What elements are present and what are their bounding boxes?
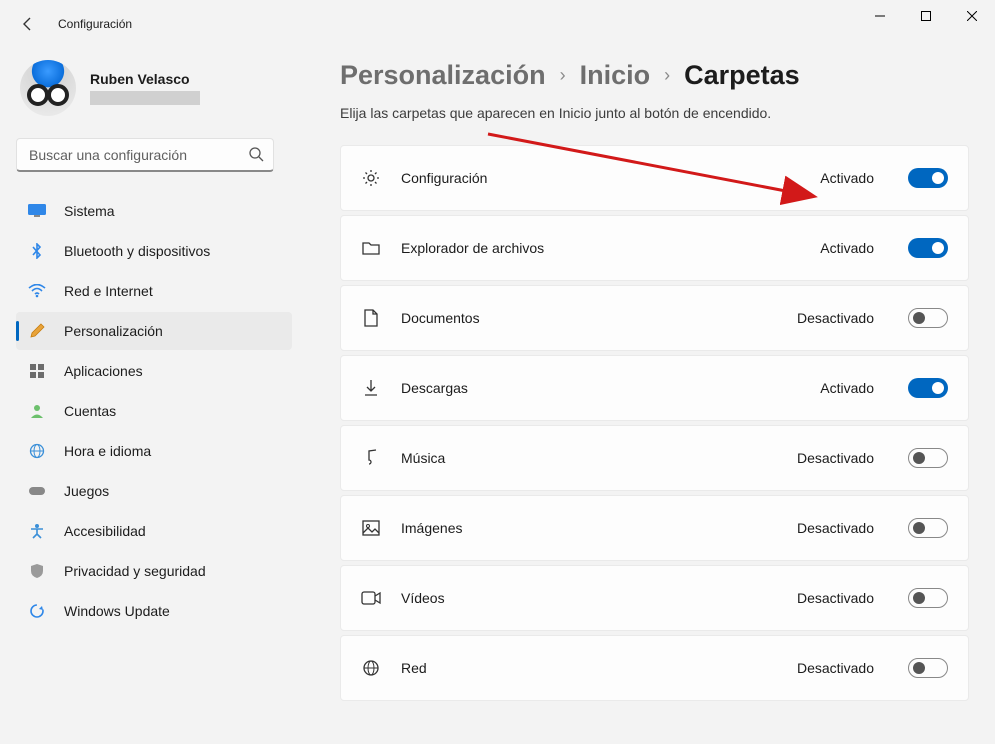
toggle-state-text: Desactivado: [797, 520, 874, 536]
video-icon: [361, 588, 381, 608]
sidebar-item-label: Red e Internet: [64, 283, 153, 299]
maximize-button[interactable]: [903, 0, 949, 32]
shield-icon: [28, 562, 46, 580]
sidebar-item-brush[interactable]: Personalización: [16, 312, 292, 350]
folder-label: Imágenes: [401, 520, 777, 536]
search-icon: [248, 146, 264, 167]
gear-icon: [361, 168, 381, 188]
sidebar-item-shield[interactable]: Privacidad y seguridad: [16, 552, 292, 590]
sidebar-item-label: Sistema: [64, 203, 115, 219]
chevron-right-icon: ›: [560, 65, 566, 86]
folder-card-gear: Configuración Activado: [340, 145, 969, 211]
folder-card-folder: Explorador de archivos Activado: [340, 215, 969, 281]
sidebar-item-label: Aplicaciones: [64, 363, 143, 379]
folder-label: Documentos: [401, 310, 777, 326]
sidebar-item-apps[interactable]: Aplicaciones: [16, 352, 292, 390]
sidebar-item-accessibility[interactable]: Accesibilidad: [16, 512, 292, 550]
breadcrumb: Personalización › Inicio › Carpetas: [340, 60, 969, 91]
folder-label: Explorador de archivos: [401, 240, 800, 256]
image-icon: [361, 518, 381, 538]
sidebar-item-gamepad[interactable]: Juegos: [16, 472, 292, 510]
sidebar-item-update[interactable]: Windows Update: [16, 592, 292, 630]
folder-label: Descargas: [401, 380, 800, 396]
globe-icon: [28, 442, 46, 460]
toggle-switch[interactable]: [908, 448, 948, 468]
document-icon: [361, 308, 381, 328]
sidebar-item-globe[interactable]: Hora e idioma: [16, 432, 292, 470]
sidebar-item-wifi[interactable]: Red e Internet: [16, 272, 292, 310]
close-button[interactable]: [949, 0, 995, 32]
folder-card-music: Música Desactivado: [340, 425, 969, 491]
sidebar-item-person[interactable]: Cuentas: [16, 392, 292, 430]
profile-email-redacted: [90, 91, 200, 105]
toggle-state-text: Activado: [820, 170, 874, 186]
network-icon: [361, 658, 381, 678]
toggle-switch[interactable]: [908, 658, 948, 678]
sidebar-item-label: Privacidad y seguridad: [64, 563, 206, 579]
person-icon: [28, 402, 46, 420]
toggle-state-text: Desactivado: [797, 450, 874, 466]
folder-card-video: Vídeos Desactivado: [340, 565, 969, 631]
toggle-state-text: Desactivado: [797, 590, 874, 606]
music-icon: [361, 448, 381, 468]
download-icon: [361, 378, 381, 398]
breadcrumb-start[interactable]: Inicio: [580, 60, 651, 91]
folder-label: Vídeos: [401, 590, 777, 606]
toggle-state-text: Desactivado: [797, 660, 874, 676]
toggle-switch[interactable]: [908, 308, 948, 328]
folder-icon: [361, 238, 381, 258]
toggle-switch[interactable]: [908, 588, 948, 608]
bluetooth-icon: [28, 242, 46, 260]
sidebar-item-label: Hora e idioma: [64, 443, 151, 459]
toggle-state-text: Activado: [820, 240, 874, 256]
toggle-switch[interactable]: [908, 518, 948, 538]
page-subtitle: Elija las carpetas que aparecen en Inici…: [340, 105, 969, 121]
gamepad-icon: [28, 482, 46, 500]
minimize-button[interactable]: [857, 0, 903, 32]
folder-card-image: Imágenes Desactivado: [340, 495, 969, 561]
folder-card-document: Documentos Desactivado: [340, 285, 969, 351]
toggle-switch[interactable]: [908, 238, 948, 258]
profile-name: Ruben Velasco: [90, 71, 200, 87]
back-button[interactable]: [18, 14, 38, 34]
sidebar-item-label: Cuentas: [64, 403, 116, 419]
folder-card-download: Descargas Activado: [340, 355, 969, 421]
monitor-icon: [28, 202, 46, 220]
sidebar-item-label: Windows Update: [64, 603, 170, 619]
toggle-switch[interactable]: [908, 168, 948, 188]
sidebar-item-bluetooth[interactable]: Bluetooth y dispositivos: [16, 232, 292, 270]
avatar: [20, 60, 76, 116]
accessibility-icon: [28, 522, 46, 540]
wifi-icon: [28, 282, 46, 300]
sidebar-item-label: Personalización: [64, 323, 163, 339]
folder-card-network: Red Desactivado: [340, 635, 969, 701]
folder-label: Música: [401, 450, 777, 466]
search-input[interactable]: [16, 138, 274, 172]
chevron-right-icon: ›: [664, 65, 670, 86]
sidebar-item-monitor[interactable]: Sistema: [16, 192, 292, 230]
window-title: Configuración: [58, 17, 132, 31]
apps-icon: [28, 362, 46, 380]
update-icon: [28, 602, 46, 620]
toggle-state-text: Desactivado: [797, 310, 874, 326]
sidebar-item-label: Bluetooth y dispositivos: [64, 243, 210, 259]
sidebar-item-label: Juegos: [64, 483, 109, 499]
profile[interactable]: Ruben Velasco: [16, 56, 292, 134]
brush-icon: [28, 322, 46, 340]
breadcrumb-personalization[interactable]: Personalización: [340, 60, 546, 91]
toggle-state-text: Activado: [820, 380, 874, 396]
folder-label: Red: [401, 660, 777, 676]
folder-label: Configuración: [401, 170, 800, 186]
toggle-switch[interactable]: [908, 378, 948, 398]
breadcrumb-current: Carpetas: [684, 60, 800, 91]
sidebar-item-label: Accesibilidad: [64, 523, 146, 539]
